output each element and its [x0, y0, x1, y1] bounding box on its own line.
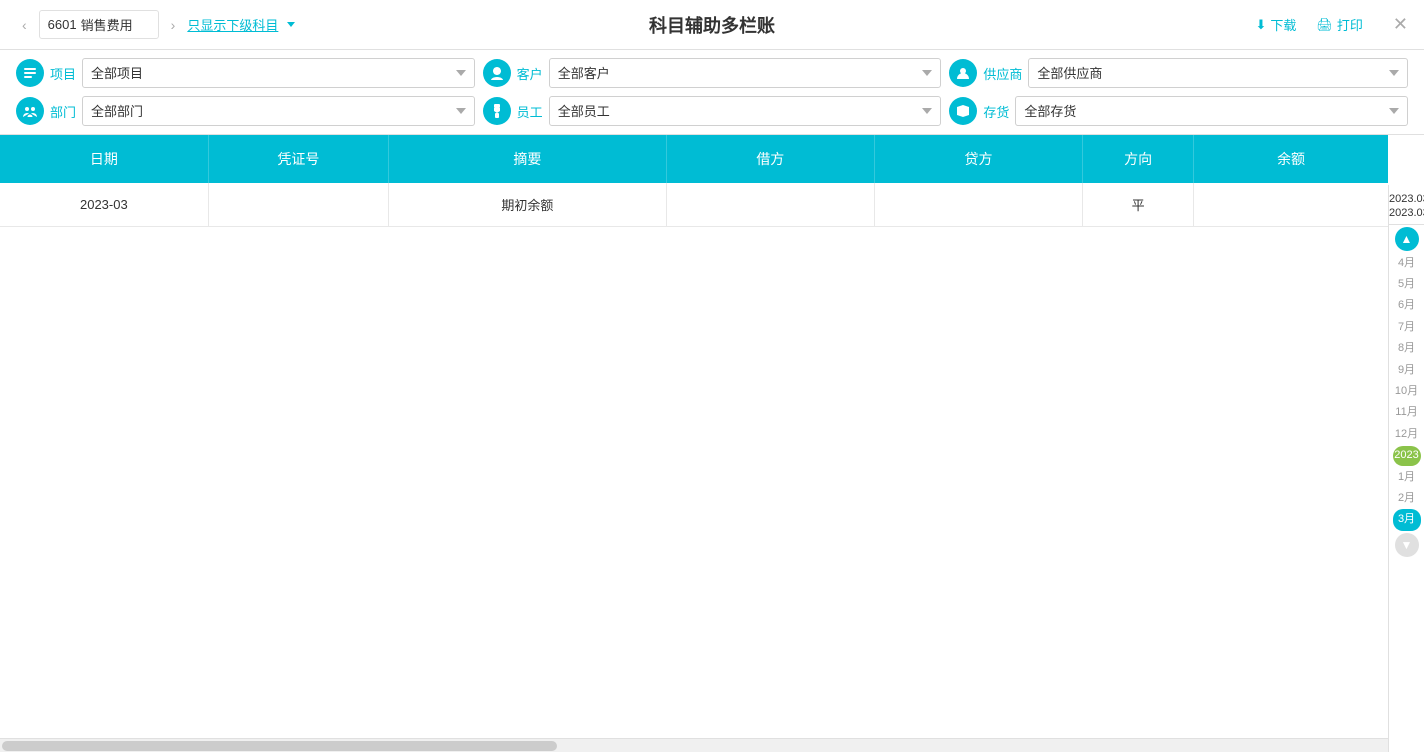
print-button[interactable]: 🖨 打印: [1316, 15, 1363, 34]
download-label: 下载: [1270, 15, 1296, 34]
customer-icon: [483, 59, 511, 87]
account-name-text: 销售费用: [81, 15, 133, 34]
supplier-select[interactable]: 全部供应商: [1028, 58, 1408, 88]
filter-project: 项目 全部项目: [16, 58, 475, 88]
timeline-year-2023[interactable]: 2023: [1393, 446, 1421, 465]
filter-row-1: 项目 全部项目 客户 全部客户 供应商 全部供: [16, 58, 1408, 88]
ledger-table: 日期 凭证号 摘要 借方 贷方 方向 余额 2023-03: [0, 135, 1388, 227]
print-label: 打印: [1337, 15, 1363, 34]
show-sub-chevron: [287, 22, 295, 27]
filter-employee: 员工 全部员工: [483, 96, 942, 126]
department-select[interactable]: 全部部门: [82, 96, 475, 126]
account-code-text: 6601: [48, 17, 77, 32]
employee-label: 员工: [517, 102, 543, 121]
department-label: 部门: [50, 102, 76, 121]
next-arrow[interactable]: ›: [165, 15, 182, 35]
horizontal-scrollbar[interactable]: [0, 738, 1388, 752]
filter-department: 部门 全部部门: [16, 96, 475, 126]
timeline-item-2[interactable]: 2月: [1389, 488, 1424, 509]
cell-credit: [874, 183, 1082, 227]
filter-supplier: 供应商 全部供应商: [949, 58, 1408, 88]
timeline-down-arrow[interactable]: ▼: [1395, 533, 1419, 557]
side-timeline: 2023.03 2023.03 ▲ 4月 5月 6月 7月 8月 9月 10月 …: [1388, 185, 1424, 752]
table-row: 2023-03 期初余额 平: [0, 183, 1388, 227]
timeline-item-12[interactable]: 12月: [1389, 424, 1424, 445]
project-select[interactable]: 全部项目: [82, 58, 475, 88]
download-button[interactable]: ⬇ 下载: [1255, 15, 1296, 34]
timeline-up-arrow[interactable]: ▲: [1395, 227, 1419, 251]
timeline-item-9[interactable]: 9月: [1389, 360, 1424, 381]
close-button[interactable]: ✕: [1393, 14, 1408, 35]
timeline-item-1[interactable]: 1月: [1389, 467, 1424, 488]
col-direction: 方向: [1083, 135, 1194, 183]
project-icon: [16, 59, 44, 87]
col-date: 日期: [0, 135, 208, 183]
title-actions: ⬇ 下载 🖨 打印 ✕: [1255, 14, 1408, 35]
timeline-item-6[interactable]: 6月: [1389, 295, 1424, 316]
filter-row-2: 部门 全部部门 员工 全部员工 存货 全部存货: [16, 96, 1408, 126]
filter-inventory: 存货 全部存货: [949, 96, 1408, 126]
supplier-label: 供应商: [983, 64, 1022, 83]
title-bar: ‹ 6601 销售费用 › 只显示下级科目 科目辅助多栏账 ⬇ 下载 🖨 打印 …: [0, 0, 1424, 50]
cell-balance: [1194, 183, 1388, 227]
cell-debit: [666, 183, 874, 227]
timeline-item-7[interactable]: 7月: [1389, 317, 1424, 338]
employee-select[interactable]: 全部员工: [549, 96, 942, 126]
print-icon: 🖨: [1316, 17, 1333, 33]
nav-area: ‹ 6601 销售费用 › 只显示下级科目: [16, 10, 295, 39]
col-voucher: 凭证号: [208, 135, 388, 183]
filter-customer: 客户 全部客户: [483, 58, 942, 88]
timeline-item-11[interactable]: 11月: [1389, 402, 1424, 423]
timeline-item-10[interactable]: 10月: [1389, 381, 1424, 402]
main-window: ‹ 6601 销售费用 › 只显示下级科目 科目辅助多栏账 ⬇ 下载 🖨 打印 …: [0, 0, 1424, 752]
filter-bar: 项目 全部项目 客户 全部客户 供应商 全部供: [0, 50, 1424, 135]
cell-date: 2023-03: [0, 183, 208, 227]
inventory-select[interactable]: 全部存货: [1015, 96, 1408, 126]
download-icon: ⬇: [1255, 17, 1266, 33]
scrollbar-thumb[interactable]: [2, 741, 557, 751]
inventory-icon: [949, 97, 977, 125]
cell-direction: 平: [1083, 183, 1194, 227]
employee-icon: [483, 97, 511, 125]
customer-label: 客户: [517, 64, 543, 83]
timeline-item-8[interactable]: 8月: [1389, 338, 1424, 359]
table-container: 日期 凭证号 摘要 借方 贷方 方向 余额 2023-03: [0, 135, 1388, 738]
col-credit: 贷方: [874, 135, 1082, 183]
show-sub-link[interactable]: 只显示下级科目: [187, 15, 278, 34]
account-code-display[interactable]: 6601 销售费用: [39, 10, 159, 39]
cell-voucher: [208, 183, 388, 227]
prev-arrow[interactable]: ‹: [16, 15, 33, 35]
timeline-item-3-selected[interactable]: 3月: [1393, 509, 1421, 530]
col-debit: 借方: [666, 135, 874, 183]
cell-summary: 期初余额: [389, 183, 667, 227]
col-summary: 摘要: [389, 135, 667, 183]
supplier-icon: [949, 59, 977, 87]
project-label: 项目: [50, 64, 76, 83]
timeline-item-5[interactable]: 5月: [1389, 274, 1424, 295]
customer-select[interactable]: 全部客户: [549, 58, 942, 88]
timeline-item-4[interactable]: 4月: [1389, 253, 1424, 274]
col-balance: 余额: [1194, 135, 1388, 183]
inventory-label: 存货: [983, 102, 1009, 121]
timeline-header-1: 2023.03 2023.03: [1389, 189, 1424, 225]
department-icon: [16, 97, 44, 125]
page-title: 科目辅助多栏账: [649, 12, 775, 38]
